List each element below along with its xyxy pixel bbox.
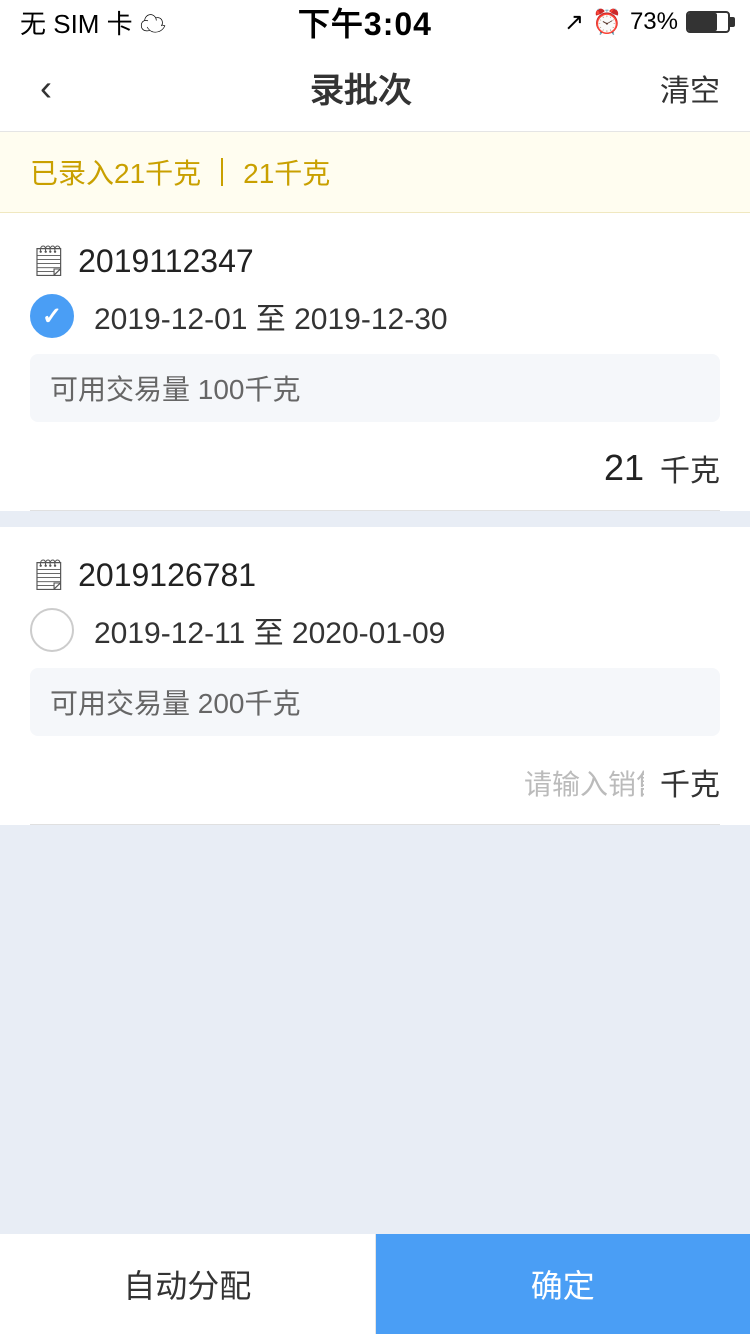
battery-icon	[686, 11, 730, 33]
back-button[interactable]: ‹	[30, 57, 62, 119]
bottom-spacer	[0, 825, 750, 1225]
batch-1-date-row: ✓ 2019-12-01 至 2019-12-30	[30, 294, 720, 338]
page-title: 录批次	[310, 63, 412, 112]
status-bar: 无 SIM 卡 ☁ 下午3:04 ↗ ⏰ 73%	[0, 0, 750, 44]
batch-item-2: 🗒 2019126781 2019-12-11 至 2020-01-09 可用交…	[0, 527, 750, 825]
batch-1-date: 2019-12-01 至 2019-12-30	[94, 294, 448, 338]
batch-2-date: 2019-12-11 至 2020-01-09	[94, 608, 445, 652]
summary-divider	[221, 158, 223, 186]
batch-2-quantity-input[interactable]	[524, 761, 644, 803]
recorded-amount: 已录入21千克	[30, 152, 201, 192]
battery-percent: 73%	[630, 8, 678, 36]
status-time: 下午3:04	[298, 0, 432, 45]
alarm-icon: ⏰	[592, 8, 622, 37]
footer: 自动分配 确定	[0, 1234, 750, 1334]
batch-1-id: 2019112347	[78, 243, 254, 280]
batch-1-radio[interactable]: ✓	[30, 294, 74, 338]
check-icon: ✓	[42, 302, 62, 331]
batch-1-header: 🗒 2019112347	[30, 243, 720, 280]
battery-fill	[688, 13, 717, 31]
batch-2-quantity-row: 千克	[30, 736, 720, 824]
batch-1-unit: 千克	[660, 446, 720, 490]
batch-2-header: 🗒 2019126781	[30, 557, 720, 594]
batch-1-quantity-row: 千克	[30, 422, 720, 510]
batch-2-id: 2019126781	[78, 557, 256, 594]
clear-button[interactable]: 清空	[660, 66, 720, 110]
location-icon: ↗	[564, 8, 584, 37]
batch-2-available: 可用交易量 200千克	[30, 668, 720, 736]
summary-value: 21千克	[243, 152, 330, 192]
nav-bar: ‹ 录批次 清空	[0, 44, 750, 132]
confirm-button[interactable]: 确定	[376, 1234, 750, 1334]
status-right: ↗ ⏰ 73%	[564, 8, 730, 37]
no-sim-text: 无 SIM 卡 ☁	[20, 4, 166, 41]
status-left: 无 SIM 卡 ☁	[20, 4, 166, 41]
content-area: 🗒 2019112347 ✓ 2019-12-01 至 2019-12-30 可…	[0, 213, 750, 1334]
batch-1-available: 可用交易量 100千克	[30, 354, 720, 422]
summary-bar: 已录入21千克 21千克	[0, 132, 750, 213]
batch-2-date-row: 2019-12-11 至 2020-01-09	[30, 608, 720, 652]
batch-separator-1	[0, 511, 750, 527]
auto-distribute-button[interactable]: 自动分配	[0, 1234, 376, 1334]
page-wrapper: 无 SIM 卡 ☁ 下午3:04 ↗ ⏰ 73% ‹ 录批次 清空 已录入21千…	[0, 0, 750, 1334]
batch-item-1: 🗒 2019112347 ✓ 2019-12-01 至 2019-12-30 可…	[0, 213, 750, 511]
batch-1-quantity-input[interactable]	[524, 447, 644, 489]
batch-2-doc-icon: 🗒	[30, 558, 68, 593]
batch-2-radio[interactable]	[30, 608, 74, 652]
batch-2-unit: 千克	[660, 760, 720, 804]
batch-1-doc-icon: 🗒	[30, 244, 68, 279]
